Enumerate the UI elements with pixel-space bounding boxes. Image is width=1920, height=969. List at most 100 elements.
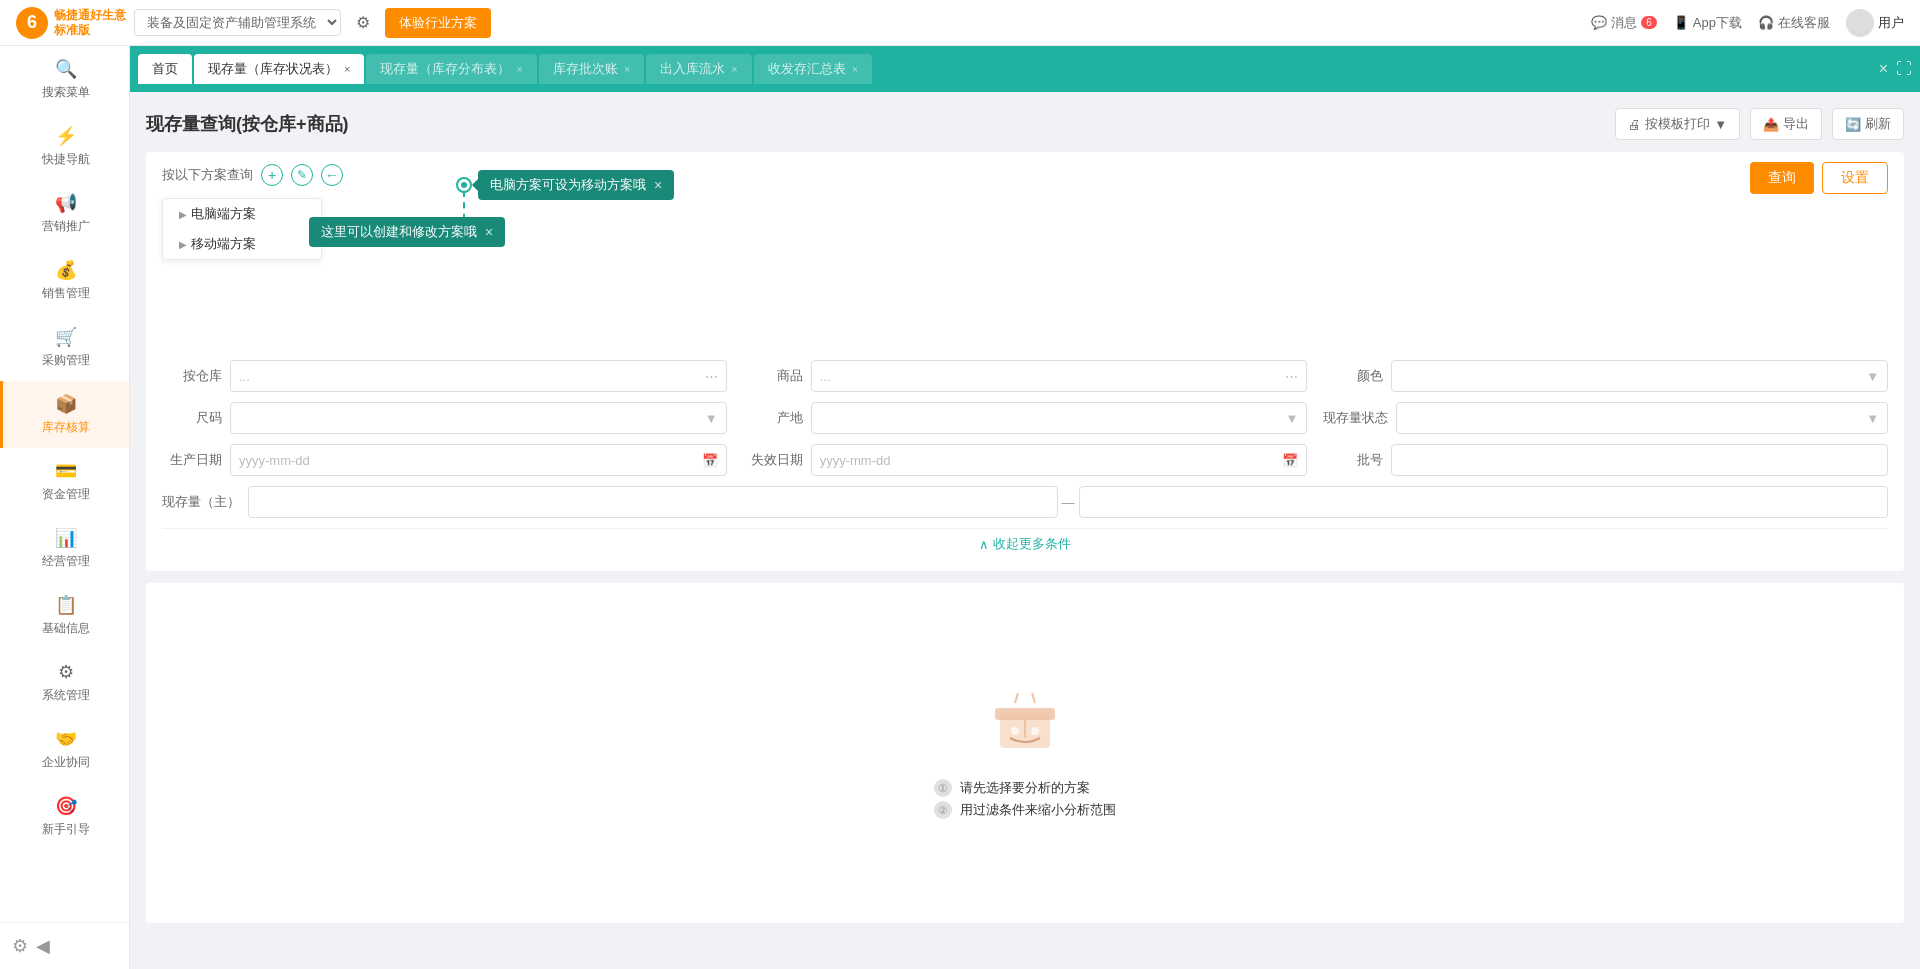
stock-qty-label: 现存量（主）: [162, 493, 240, 511]
tooltip-close-2[interactable]: ×: [485, 224, 493, 240]
color-dropdown-icon: ▼: [1866, 369, 1879, 384]
print-icon: 🖨: [1628, 117, 1641, 132]
stock-qty-range: —: [248, 486, 1888, 518]
tab-expand-button[interactable]: ⛶: [1896, 60, 1912, 78]
sidebar-item-sales[interactable]: 💰 销售管理: [0, 247, 129, 314]
tab-flow-close[interactable]: ×: [731, 63, 737, 75]
industry-plan-button[interactable]: 体验行业方案: [385, 8, 491, 38]
warehouse-more-icon: ⋯: [705, 369, 718, 384]
product-select[interactable]: ... ⋯: [811, 360, 1308, 392]
page-header: 现存量查询(按仓库+商品) 🖨 按模板打印 ▼ 📤 导出 🔄: [146, 108, 1904, 140]
empty-steps: ① 请先选择要分析的方案 ② 用过滤条件来缩小分析范围: [934, 779, 1116, 823]
filter-edit-button[interactable]: ✎: [291, 164, 313, 186]
expire-date-placeholder: yyyy-mm-dd: [820, 453, 891, 468]
system-selector[interactable]: 装备及固定资产辅助管理系统: [134, 9, 341, 36]
sidebar-item-search[interactable]: 🔍 搜索菜单: [0, 46, 129, 113]
sidebar-collapse-button[interactable]: ◀: [36, 935, 50, 957]
filter-group-expire-date: 失效日期 yyyy-mm-dd 📅: [743, 444, 1308, 476]
headset-icon: 🎧: [1758, 15, 1774, 30]
query-button[interactable]: 查询: [1750, 162, 1814, 194]
stock-qty-min[interactable]: [248, 486, 1058, 518]
scheme-item-mobile[interactable]: ▶ 移动端方案: [163, 229, 321, 259]
produce-date-label: 生产日期: [162, 451, 222, 469]
avatar: [1846, 9, 1874, 37]
phone-icon: 📱: [1673, 15, 1689, 30]
export-button[interactable]: 📤 导出: [1750, 108, 1822, 140]
filter-arrow-button[interactable]: ←: [321, 164, 343, 186]
sidebar-nav: 🔍 搜索菜单 ⚡ 快捷导航 📢 营销推广 💰 销售管理 🛒 采购管理: [0, 46, 129, 922]
nav-icon: ⚡: [55, 125, 77, 147]
expire-date-input[interactable]: yyyy-mm-dd 📅: [811, 444, 1308, 476]
sidebar-item-basic[interactable]: 📋 基础信息: [0, 582, 129, 649]
scheme-item-pc[interactable]: ▶ 电脑端方案: [163, 199, 321, 229]
sidebar-item-guide[interactable]: 🎯 新手引导: [0, 783, 129, 850]
filter-group-product: 商品 ... ⋯: [743, 360, 1308, 392]
tab-inventory-dist-label: 现存量（库存分布表）: [380, 60, 510, 78]
operation-icon: 📊: [55, 527, 77, 549]
logo: 6 畅捷通好生意 标准版: [16, 7, 126, 39]
origin-select[interactable]: ▼: [811, 402, 1308, 434]
tab-batch-close[interactable]: ×: [624, 63, 630, 75]
produce-date-placeholder: yyyy-mm-dd: [239, 453, 310, 468]
warehouse-label: 按仓库: [162, 367, 222, 385]
tab-inventory-status-close[interactable]: ×: [344, 63, 350, 75]
user-menu[interactable]: 用户: [1846, 9, 1904, 37]
tab-home-label: 首页: [152, 60, 178, 78]
tab-flow[interactable]: 出入库流水 ×: [646, 54, 751, 84]
scheme-dropdown: ▶ 电脑端方案 ▶ 移动端方案: [162, 198, 322, 260]
guide-icon: 🎯: [55, 795, 77, 817]
color-select[interactable]: ▼: [1391, 360, 1888, 392]
tab-inventory-status[interactable]: 现存量（库存状况表） ×: [194, 54, 364, 84]
sidebar-item-system[interactable]: ⚙ 系统管理: [0, 649, 129, 716]
tooltip-pc-scheme: 电脑方案可设为移动方案哦 ×: [458, 170, 674, 200]
color-label: 颜色: [1323, 367, 1383, 385]
tab-inventory-dist[interactable]: 现存量（库存分布表） ×: [366, 54, 536, 84]
sidebar-settings-button[interactable]: ⚙: [12, 935, 28, 957]
settings-gear-button[interactable]: ⚙: [349, 9, 377, 37]
app-download-button[interactable]: 📱 App下载: [1673, 14, 1742, 32]
message-button[interactable]: 💬 消息 6: [1591, 14, 1657, 32]
sidebar-item-purchase[interactable]: 🛒 采购管理: [0, 314, 129, 381]
collapse-button[interactable]: ∧ 收起更多条件: [162, 528, 1888, 559]
tab-home[interactable]: 首页: [138, 54, 192, 84]
set-button[interactable]: 设置: [1822, 162, 1888, 194]
print-button[interactable]: 🖨 按模板打印 ▼: [1615, 108, 1740, 140]
sidebar-label-nav: 快捷导航: [42, 151, 90, 168]
batch-input[interactable]: [1391, 444, 1888, 476]
stock-qty-max[interactable]: [1079, 486, 1889, 518]
filter-group-origin: 产地 ▼: [743, 402, 1308, 434]
sidebar-item-operation[interactable]: 📊 经营管理: [0, 515, 129, 582]
sidebar-item-collab[interactable]: 🤝 企业协同: [0, 716, 129, 783]
tab-bar: 首页 现存量（库存状况表） × 现存量（库存分布表） × 库存批次账 × 出入库…: [130, 46, 1920, 92]
produce-date-input[interactable]: yyyy-mm-dd 📅: [230, 444, 727, 476]
tab-summary[interactable]: 收发存汇总表 ×: [754, 54, 872, 84]
filter-group-produce-date: 生产日期 yyyy-mm-dd 📅: [162, 444, 727, 476]
filter-add-button[interactable]: +: [261, 164, 283, 186]
stock-status-label: 现存量状态: [1323, 409, 1388, 427]
tab-inventory-dist-close[interactable]: ×: [516, 63, 522, 75]
tab-summary-close[interactable]: ×: [852, 63, 858, 75]
warehouse-select[interactable]: ... ⋯: [230, 360, 727, 392]
page-title: 现存量查询(按仓库+商品): [146, 112, 349, 136]
sidebar-item-finance[interactable]: 💳 资金管理: [0, 448, 129, 515]
sidebar-label-collab: 企业协同: [42, 754, 90, 771]
filter-group-stock-status: 现存量状态 ▼: [1323, 402, 1888, 434]
tab-batch-label: 库存批次账: [553, 60, 618, 78]
filter-section: 按以下方案查询 + ✎ ← 查询 设置: [146, 152, 1904, 571]
online-service-button[interactable]: 🎧 在线客服: [1758, 14, 1830, 32]
tooltip-close-1[interactable]: ×: [654, 177, 662, 193]
filter-group-size: 尺码 ▼: [162, 402, 727, 434]
refresh-button[interactable]: 🔄 刷新: [1832, 108, 1904, 140]
tab-batch[interactable]: 库存批次账 ×: [539, 54, 644, 84]
sidebar-item-nav[interactable]: ⚡ 快捷导航: [0, 113, 129, 180]
size-select[interactable]: ▼: [230, 402, 727, 434]
scheme-arrow-mobile: ▶: [179, 239, 187, 250]
sidebar-item-marketing[interactable]: 📢 营销推广: [0, 180, 129, 247]
finance-icon: 💳: [55, 460, 77, 482]
sidebar-item-inventory[interactable]: 📦 库存核算: [0, 381, 129, 448]
sidebar-label-finance: 资金管理: [42, 486, 90, 503]
stock-status-select[interactable]: ▼: [1396, 402, 1888, 434]
tab-close-all-button[interactable]: ×: [1879, 60, 1888, 78]
tooltip-bubble-2: 这里可以创建和修改方案哦 ×: [309, 217, 505, 247]
marketing-icon: 📢: [55, 192, 77, 214]
